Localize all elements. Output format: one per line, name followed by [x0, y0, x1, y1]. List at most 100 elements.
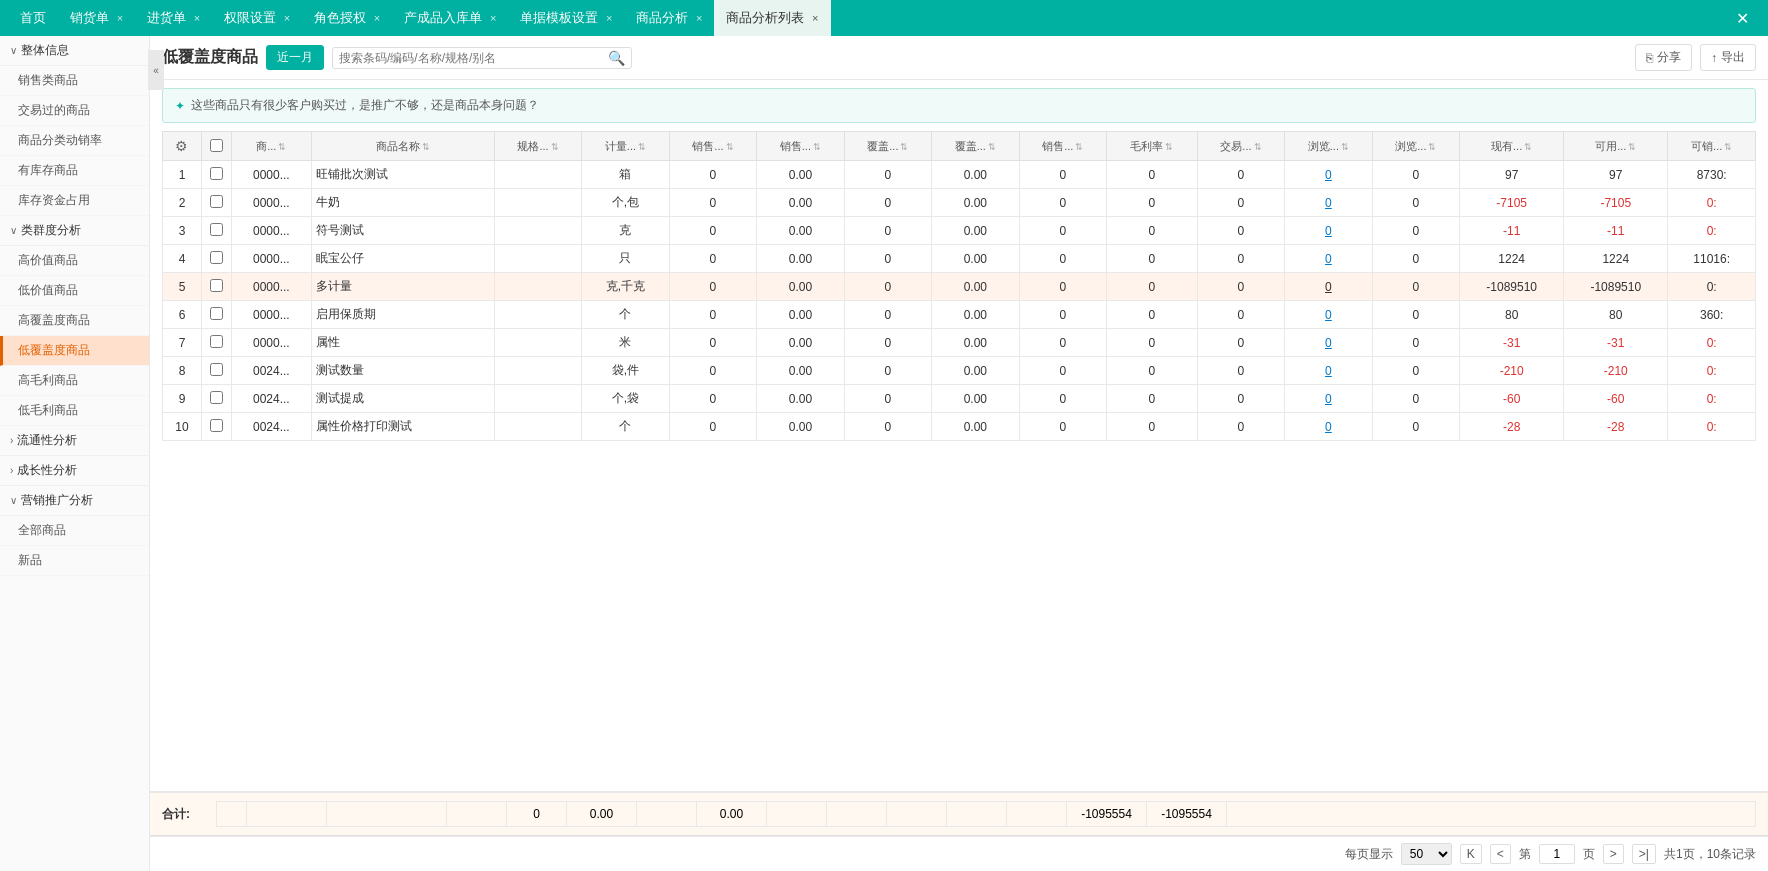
first-page-button[interactable]: K [1460, 844, 1482, 864]
sidebar-item-high-gross[interactable]: 高毛利商品 [0, 366, 149, 396]
row-checkbox[interactable] [210, 279, 223, 292]
row-sales-qty: 0 [669, 217, 756, 245]
nav-stock-in[interactable]: 产成品入库单 × [392, 0, 508, 36]
next-page-button[interactable]: > [1603, 844, 1624, 864]
window-close-button[interactable]: ✕ [1724, 0, 1760, 36]
row-sales3: 0 [1019, 273, 1106, 301]
nav-home[interactable]: 首页 [8, 0, 58, 36]
row-checkbox[interactable] [210, 391, 223, 404]
row-view1[interactable]: 0 [1285, 217, 1372, 245]
table-container[interactable]: ⚙ 商...⇅ 商品名称⇅ 规格...⇅ 计量...⇅ 销售...⇅ 销售...… [150, 123, 1768, 791]
nav-stock-in-close[interactable]: × [490, 12, 496, 24]
nav-roles[interactable]: 角色授权 × [302, 0, 392, 36]
row-checkbox-cell[interactable] [201, 245, 231, 273]
data-table: ⚙ 商...⇅ 商品名称⇅ 规格...⇅ 计量...⇅ 销售...⇅ 销售...… [162, 131, 1756, 441]
column-sellable: 可销...⇅ [1668, 132, 1756, 161]
nav-sales-close[interactable]: × [117, 12, 123, 24]
sidebar-section-circulation[interactable]: › 流通性分析 [0, 426, 149, 456]
nav-purchase[interactable]: 进货单 × [135, 0, 212, 36]
row-view2: 0 [1372, 301, 1459, 329]
row-view1[interactable]: 0 [1285, 385, 1372, 413]
sidebar-item-low-gross[interactable]: 低毛利商品 [0, 396, 149, 426]
nav-purchase-close[interactable]: × [194, 12, 200, 24]
sidebar-item-stock-capital[interactable]: 库存资金占用 [0, 186, 149, 216]
row-view1[interactable]: 0 [1285, 245, 1372, 273]
last-page-button[interactable]: >| [1632, 844, 1656, 864]
sidebar-item-low-value[interactable]: 低价值商品 [0, 276, 149, 306]
row-checkbox-cell[interactable] [201, 161, 231, 189]
row-checkbox[interactable] [210, 307, 223, 320]
page-size-select[interactable]: 50 100 200 [1401, 843, 1452, 865]
sidebar-item-high-value[interactable]: 高价值商品 [0, 246, 149, 276]
sidebar-item-all-goods[interactable]: 全部商品 [0, 516, 149, 546]
nav-product-analysis-list-close[interactable]: × [812, 12, 818, 24]
row-trade: 0 [1197, 301, 1284, 329]
row-checkbox[interactable] [210, 419, 223, 432]
sidebar-section-marketing[interactable]: ∨ 营销推广分析 [0, 486, 149, 516]
nav-permissions[interactable]: 权限设置 × [212, 0, 302, 36]
filter-recent-month-button[interactable]: 近一月 [266, 45, 324, 70]
row-view1[interactable]: 0 [1285, 273, 1372, 301]
row-sales3: 0 [1019, 217, 1106, 245]
sidebar-collapse-button[interactable]: « [148, 50, 164, 90]
row-checkbox[interactable] [210, 335, 223, 348]
search-input[interactable] [339, 51, 604, 65]
prev-page-button[interactable]: < [1490, 844, 1511, 864]
row-checkbox-cell[interactable] [201, 357, 231, 385]
nav-roles-close[interactable]: × [374, 12, 380, 24]
nav-permissions-close[interactable]: × [284, 12, 290, 24]
sidebar-section-cluster[interactable]: ∨ 类群度分析 [0, 216, 149, 246]
row-gross-margin: 0 [1107, 329, 1198, 357]
nav-product-analysis-list[interactable]: 商品分析列表 × [714, 0, 830, 36]
column-settings[interactable]: ⚙ [163, 132, 202, 161]
row-checkbox[interactable] [210, 195, 223, 208]
row-sales-amt: 0.00 [757, 413, 844, 441]
row-code: 0000... [231, 273, 311, 301]
row-checkbox-cell[interactable] [201, 189, 231, 217]
row-gross-margin: 0 [1107, 301, 1198, 329]
sidebar-item-new-goods[interactable]: 新品 [0, 546, 149, 576]
row-checkbox-cell[interactable] [201, 329, 231, 357]
nav-template-close[interactable]: × [606, 12, 612, 24]
row-code: 0024... [231, 413, 311, 441]
sidebar-item-category-rate[interactable]: 商品分类动销率 [0, 126, 149, 156]
share-button[interactable]: ⎘ 分享 [1635, 44, 1692, 71]
sidebar-section-growth[interactable]: › 成长性分析 [0, 456, 149, 486]
export-button[interactable]: ↑ 导出 [1700, 44, 1756, 71]
row-coverage1: 0 [844, 413, 931, 441]
row-checkbox-cell[interactable] [201, 273, 231, 301]
row-checkbox-cell[interactable] [201, 301, 231, 329]
row-view1[interactable]: 0 [1285, 329, 1372, 357]
row-view1[interactable]: 0 [1285, 413, 1372, 441]
row-trade: 0 [1197, 245, 1284, 273]
row-view1[interactable]: 0 [1285, 301, 1372, 329]
row-checkbox-cell[interactable] [201, 217, 231, 245]
settings-icon[interactable]: ⚙ [175, 138, 188, 154]
sidebar-section-overview[interactable]: ∨ 整体信息 [0, 36, 149, 66]
select-all-checkbox[interactable] [210, 139, 223, 152]
row-view1[interactable]: 0 [1285, 161, 1372, 189]
row-sales-amt: 0.00 [757, 161, 844, 189]
column-checkbox[interactable] [201, 132, 231, 161]
sidebar-item-stock-goods[interactable]: 有库存商品 [0, 156, 149, 186]
row-sales-qty: 0 [669, 273, 756, 301]
nav-sales[interactable]: 销货单 × [58, 0, 135, 36]
nav-product-analysis-close[interactable]: × [696, 12, 702, 24]
page-number-input[interactable] [1539, 844, 1575, 864]
row-checkbox[interactable] [210, 363, 223, 376]
sidebar-item-sales-goods[interactable]: 销售类商品 [0, 66, 149, 96]
nav-product-analysis[interactable]: 商品分析 × [624, 0, 714, 36]
row-checkbox[interactable] [210, 223, 223, 236]
sidebar-item-high-coverage[interactable]: 高覆盖度商品 [0, 306, 149, 336]
row-checkbox-cell[interactable] [201, 413, 231, 441]
row-view1[interactable]: 0 [1285, 189, 1372, 217]
row-view1[interactable]: 0 [1285, 357, 1372, 385]
sidebar-item-low-coverage[interactable]: 低覆盖度商品 [0, 336, 149, 366]
row-trade: 0 [1197, 357, 1284, 385]
row-checkbox-cell[interactable] [201, 385, 231, 413]
nav-template[interactable]: 单据模板设置 × [508, 0, 624, 36]
sidebar-item-traded-goods[interactable]: 交易过的商品 [0, 96, 149, 126]
row-checkbox[interactable] [210, 167, 223, 180]
row-checkbox[interactable] [210, 251, 223, 264]
column-sales3: 销售...⇅ [1019, 132, 1106, 161]
